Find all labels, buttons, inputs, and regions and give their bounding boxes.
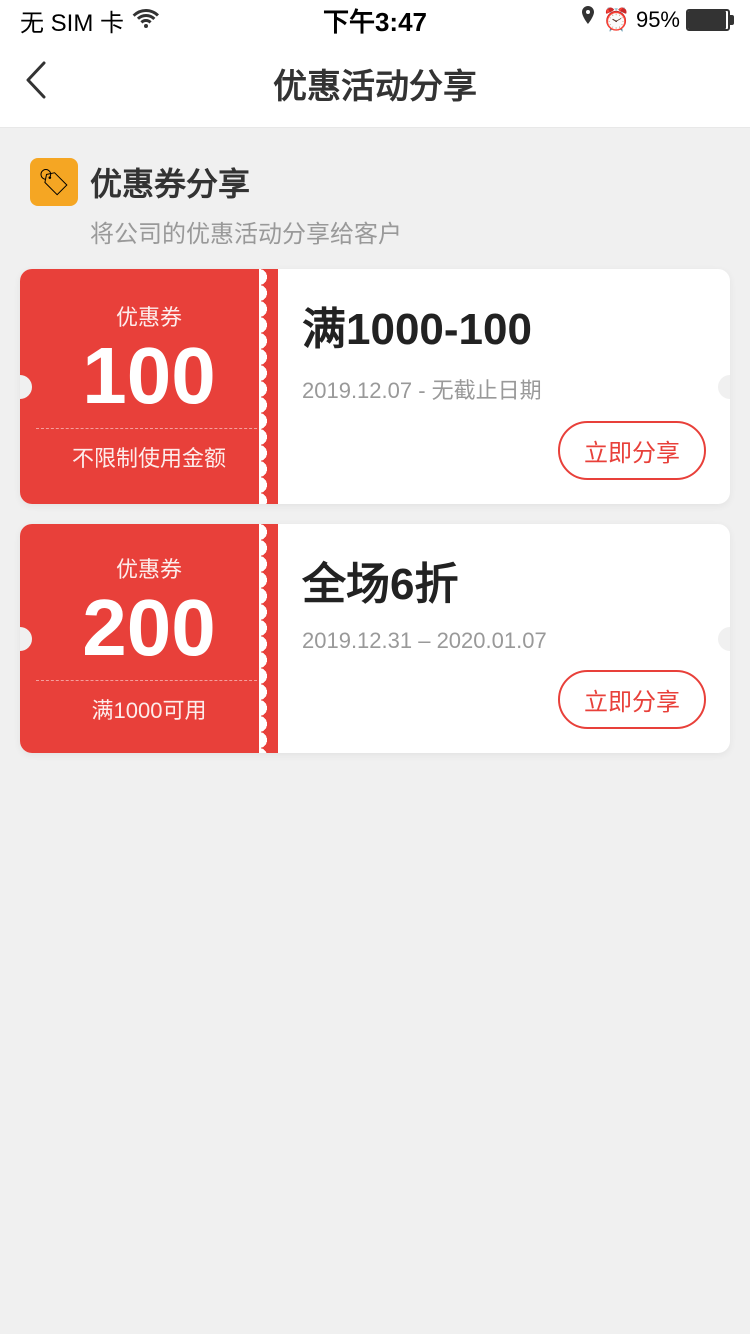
status-bar: 无 SIM 卡 下午3:47 ⏰ 95%	[0, 0, 750, 40]
alarm-icon: ⏰	[603, 7, 630, 33]
page-title: 优惠活动分享	[273, 59, 477, 108]
nav-bar: 优惠活动分享	[0, 40, 750, 128]
coupon-left-2: 优惠券 200 满1000可用	[20, 524, 278, 753]
coupon-label-2: 优惠券	[116, 552, 182, 584]
coupon-left-1: 优惠券 100 不限制使用金额	[20, 269, 278, 504]
battery-icon	[686, 9, 730, 31]
coupon-name-2: 全场6折	[302, 548, 706, 612]
coupon-card-1: 优惠券 100 不限制使用金额 满1000-100 2019.12.07 - 无…	[20, 269, 730, 504]
coupon-value-2: 200	[82, 588, 215, 668]
carrier-label: 无 SIM 卡	[20, 3, 124, 38]
status-right: ⏰ 95%	[579, 6, 730, 34]
wifi-icon	[132, 6, 160, 35]
section-title: 优惠券分享	[90, 159, 250, 205]
status-time: 下午3:47	[323, 2, 427, 39]
coupon-card-2: 优惠券 200 满1000可用 全场6折 2019.12.31 – 2020.0…	[20, 524, 730, 753]
coupon-date-1: 2019.12.07 - 无截止日期	[302, 373, 706, 405]
coupon-date-2: 2019.12.31 – 2020.01.07	[302, 628, 706, 654]
coupon-label-1: 优惠券	[116, 300, 182, 332]
coupon-divider-1	[36, 428, 262, 429]
coupon-divider-2	[36, 680, 262, 681]
section-header: 🏷 优惠券分享 将公司的优惠活动分享给客户	[0, 128, 750, 269]
location-icon	[579, 6, 597, 34]
coupon-value-1: 100	[82, 336, 215, 416]
coupon-name-1: 满1000-100	[302, 293, 706, 357]
back-button[interactable]	[24, 61, 46, 107]
coupon-icon: 🏷	[37, 167, 70, 198]
coupon-condition-1: 不限制使用金额	[72, 441, 226, 473]
coupon-share-button-1[interactable]: 立即分享	[558, 421, 706, 480]
bottom-area	[0, 773, 750, 1173]
coupon-right-2: 全场6折 2019.12.31 – 2020.01.07 立即分享	[278, 524, 730, 753]
section-subtitle: 将公司的优惠活动分享给客户	[30, 214, 720, 249]
coupon-condition-2: 满1000可用	[92, 693, 207, 725]
battery-percent: 95%	[636, 7, 680, 33]
coupon-list: 优惠券 100 不限制使用金额 满1000-100 2019.12.07 - 无…	[0, 269, 750, 773]
section-icon: 🏷	[30, 158, 78, 206]
coupon-share-button-2[interactable]: 立即分享	[558, 670, 706, 729]
status-left: 无 SIM 卡	[20, 3, 160, 38]
coupon-right-1: 满1000-100 2019.12.07 - 无截止日期 立即分享	[278, 269, 730, 504]
section-title-row: 🏷 优惠券分享	[30, 158, 720, 206]
